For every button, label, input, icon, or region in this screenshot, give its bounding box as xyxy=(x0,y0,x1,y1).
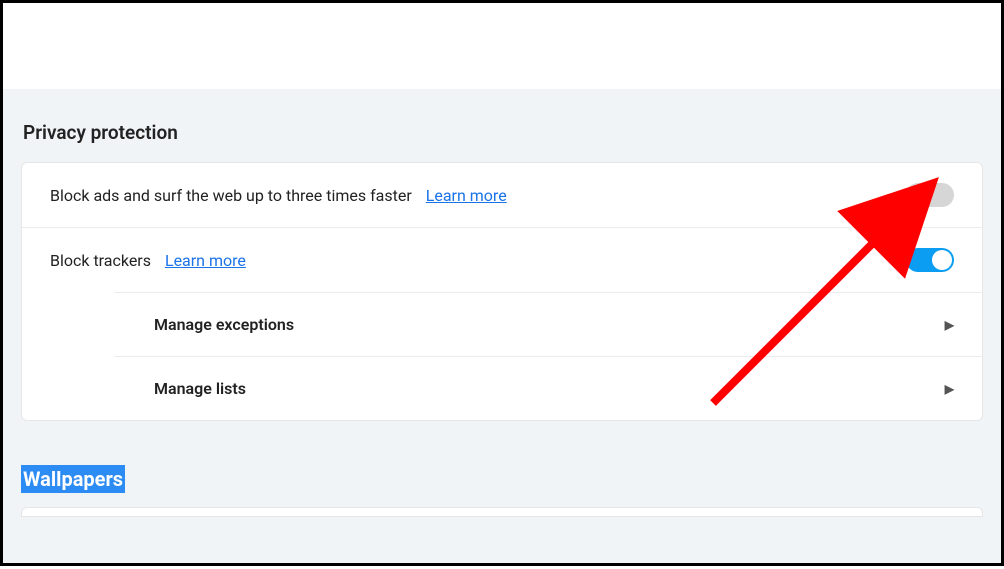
manage-exceptions-label: Manage exceptions xyxy=(154,315,945,334)
wallpapers-section: Wallpapers xyxy=(21,465,983,517)
top-blank-area xyxy=(3,3,1001,89)
block-ads-label: Block ads and surf the web up to three t… xyxy=(50,186,412,205)
block-ads-learn-more-link[interactable]: Learn more xyxy=(426,186,507,205)
privacy-protection-heading: Privacy protection xyxy=(21,89,983,162)
settings-panel: Privacy protection Block ads and surf th… xyxy=(3,89,1001,563)
wallpapers-heading: Wallpapers xyxy=(21,465,125,493)
block-trackers-label: Block trackers xyxy=(50,251,151,270)
toggle-knob xyxy=(932,250,952,270)
block-trackers-toggle[interactable] xyxy=(906,248,954,272)
chevron-right-icon: ▶ xyxy=(945,318,954,332)
block-ads-row: Block ads and surf the web up to three t… xyxy=(22,163,982,227)
manage-exceptions-row[interactable]: Manage exceptions ▶ xyxy=(114,292,982,356)
block-trackers-text: Block trackers Learn more xyxy=(50,251,906,270)
chevron-right-icon: ▶ xyxy=(945,382,954,396)
manage-lists-row[interactable]: Manage lists ▶ xyxy=(114,356,982,420)
toggle-knob xyxy=(908,185,928,205)
privacy-card: Block ads and surf the web up to three t… xyxy=(21,162,983,421)
wallpapers-card-partial xyxy=(21,507,983,517)
block-ads-text: Block ads and surf the web up to three t… xyxy=(50,186,906,205)
manage-lists-label: Manage lists xyxy=(154,379,945,398)
block-ads-toggle[interactable] xyxy=(906,183,954,207)
block-trackers-row: Block trackers Learn more xyxy=(22,227,982,292)
tracker-subrows: Manage exceptions ▶ Manage lists ▶ xyxy=(22,292,982,420)
block-trackers-learn-more-link[interactable]: Learn more xyxy=(165,251,246,270)
